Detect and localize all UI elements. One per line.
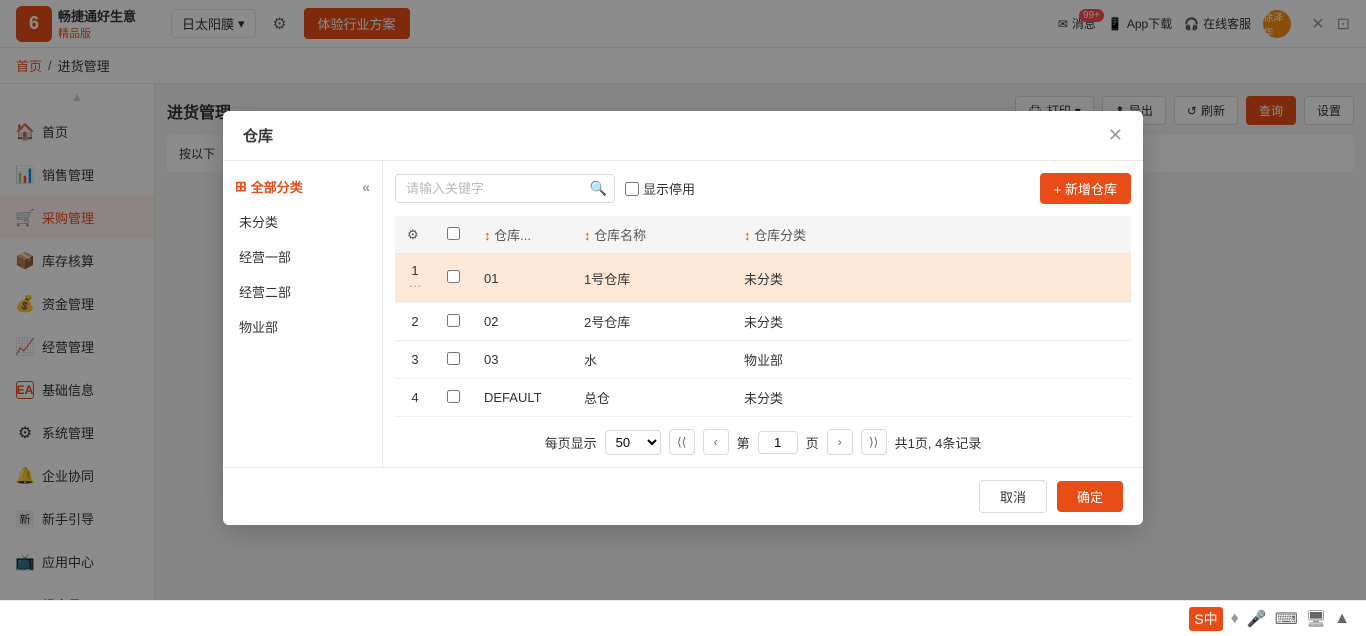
modal-search-row: 🔍 显示停用 + 新增仓库 xyxy=(395,173,1131,204)
sort-icon-code: ↕ xyxy=(484,228,491,243)
th-gear: ⚙ xyxy=(395,216,435,254)
category-item-unclassified[interactable]: 未分类 xyxy=(223,204,382,239)
page-last-btn[interactable]: ⟩⟩ xyxy=(861,429,887,455)
bottom-screen-icon[interactable]: 🖥 xyxy=(1306,609,1326,629)
search-input[interactable] xyxy=(395,174,615,203)
category-header-label[interactable]: 全部分类 xyxy=(251,177,303,196)
category-sidebar: ⊞ 全部分类 « 未分类 经营一部 经营二部 物业部 xyxy=(223,161,383,467)
th-code[interactable]: ↕ 仓库... xyxy=(472,216,572,254)
row-name-3: 总仓 xyxy=(572,379,732,417)
gear-col-icon: ⚙ xyxy=(407,227,419,242)
row-num-0: 1 ··· xyxy=(395,254,435,303)
warehouse-modal: 仓库 ✕ ⊞ 全部分类 « 未分类 经营一部 xyxy=(223,111,1143,525)
category-item-ops1[interactable]: 经营一部 xyxy=(223,239,382,274)
page-label: 第 xyxy=(737,433,750,452)
row-code-1: 02 xyxy=(472,303,572,341)
row-checkbox-1[interactable] xyxy=(435,303,472,341)
modal-overlay: 仓库 ✕ ⊞ 全部分类 « 未分类 经营一部 xyxy=(0,0,1366,636)
row-category-1: 未分类 xyxy=(732,303,1131,341)
row-checkbox-2[interactable] xyxy=(435,341,472,379)
row-code-0: 01 xyxy=(472,254,572,303)
table-header-row: ⚙ ↕ 仓库... ↕ xyxy=(395,216,1131,254)
row-check-1[interactable] xyxy=(447,314,460,327)
page-prev-btn[interactable]: ‹ xyxy=(703,429,729,455)
bottom-arrow-icon[interactable]: ▲ xyxy=(1334,610,1350,628)
page-first-btn[interactable]: ⟨⟨ xyxy=(669,429,695,455)
show-disabled-label[interactable]: 显示停用 xyxy=(625,179,695,198)
warehouse-table: ⚙ ↕ 仓库... ↕ xyxy=(395,216,1131,417)
sort-icon-name: ↕ xyxy=(584,228,591,243)
grid-icon: ⊞ xyxy=(235,178,247,195)
row-category-2: 物业部 xyxy=(732,341,1131,379)
modal-table-area: 🔍 显示停用 + 新增仓库 ⚙ xyxy=(383,161,1143,467)
row-code-3: DEFAULT xyxy=(472,379,572,417)
search-icon[interactable]: 🔍 xyxy=(590,180,607,197)
row-num-3: 4 xyxy=(395,379,435,417)
row-check-0[interactable] xyxy=(447,270,460,283)
th-checkbox xyxy=(435,216,472,254)
row-code-2: 03 xyxy=(472,341,572,379)
th-category[interactable]: ↕ 仓库分类 xyxy=(732,216,1131,254)
modal-header: 仓库 ✕ xyxy=(223,111,1143,161)
table-row[interactable]: 1 ··· 01 1号仓库 未分类 xyxy=(395,254,1131,303)
modal-footer: 取消 确定 xyxy=(223,467,1143,525)
row-num-1: 2 xyxy=(395,303,435,341)
table-row[interactable]: 2 02 2号仓库 未分类 xyxy=(395,303,1131,341)
table-row[interactable]: 3 03 水 物业部 xyxy=(395,341,1131,379)
category-item-ops2[interactable]: 经营二部 xyxy=(223,274,382,309)
row-name-0: 1号仓库 xyxy=(572,254,732,303)
row-name-2: 水 xyxy=(572,341,732,379)
page-next-btn[interactable]: › xyxy=(827,429,853,455)
category-item-property[interactable]: 物业部 xyxy=(223,309,382,344)
bottom-diamond-icon[interactable]: ♦ xyxy=(1231,610,1239,628)
sort-icon-cat: ↕ xyxy=(744,228,751,243)
total-info: 共1页, 4条记录 xyxy=(895,433,982,452)
row-checkbox-0[interactable] xyxy=(435,254,472,303)
row-category-3: 未分类 xyxy=(732,379,1131,417)
bottom-keyboard-icon[interactable]: ⌨ xyxy=(1275,609,1298,629)
row-name-1: 2号仓库 xyxy=(572,303,732,341)
row-checkbox-3[interactable] xyxy=(435,379,472,417)
confirm-btn[interactable]: 确定 xyxy=(1057,481,1123,512)
bottom-bar: S中 ♦ 🎤 ⌨ 🖥 ▲ xyxy=(0,600,1366,636)
th-name[interactable]: ↕ 仓库名称 xyxy=(572,216,732,254)
per-page-label: 每页显示 xyxy=(545,433,597,452)
add-warehouse-btn[interactable]: + 新增仓库 xyxy=(1040,173,1131,204)
bottom-mic-icon[interactable]: 🎤 xyxy=(1247,609,1267,629)
category-collapse-btn[interactable]: « xyxy=(362,179,370,195)
row-category-0: 未分类 xyxy=(732,254,1131,303)
search-input-wrap: 🔍 xyxy=(395,174,615,203)
select-all-checkbox[interactable] xyxy=(447,227,460,240)
page-unit: 页 xyxy=(806,433,819,452)
cancel-btn[interactable]: 取消 xyxy=(979,480,1047,513)
show-disabled-checkbox[interactable] xyxy=(625,182,639,196)
pagination-row: 每页显示 50 10 20 100 ⟨⟨ ‹ 第 页 › ⟩⟩ 共1页, 4条记… xyxy=(395,429,1131,455)
page-number-input[interactable] xyxy=(758,431,798,454)
per-page-select[interactable]: 50 10 20 100 xyxy=(605,430,661,455)
row-check-2[interactable] xyxy=(447,352,460,365)
row-num-2: 3 xyxy=(395,341,435,379)
table-container: ⚙ ↕ 仓库... ↕ xyxy=(395,216,1131,417)
row-check-3[interactable] xyxy=(447,390,460,403)
table-row[interactable]: 4 DEFAULT 总仓 未分类 xyxy=(395,379,1131,417)
bottom-s-icon[interactable]: S中 xyxy=(1189,607,1222,631)
category-header: ⊞ 全部分类 « xyxy=(223,169,382,204)
modal-close-btn[interactable]: ✕ xyxy=(1108,125,1123,146)
modal-title: 仓库 xyxy=(243,125,273,146)
modal-body: ⊞ 全部分类 « 未分类 经营一部 经营二部 物业部 xyxy=(223,161,1143,467)
